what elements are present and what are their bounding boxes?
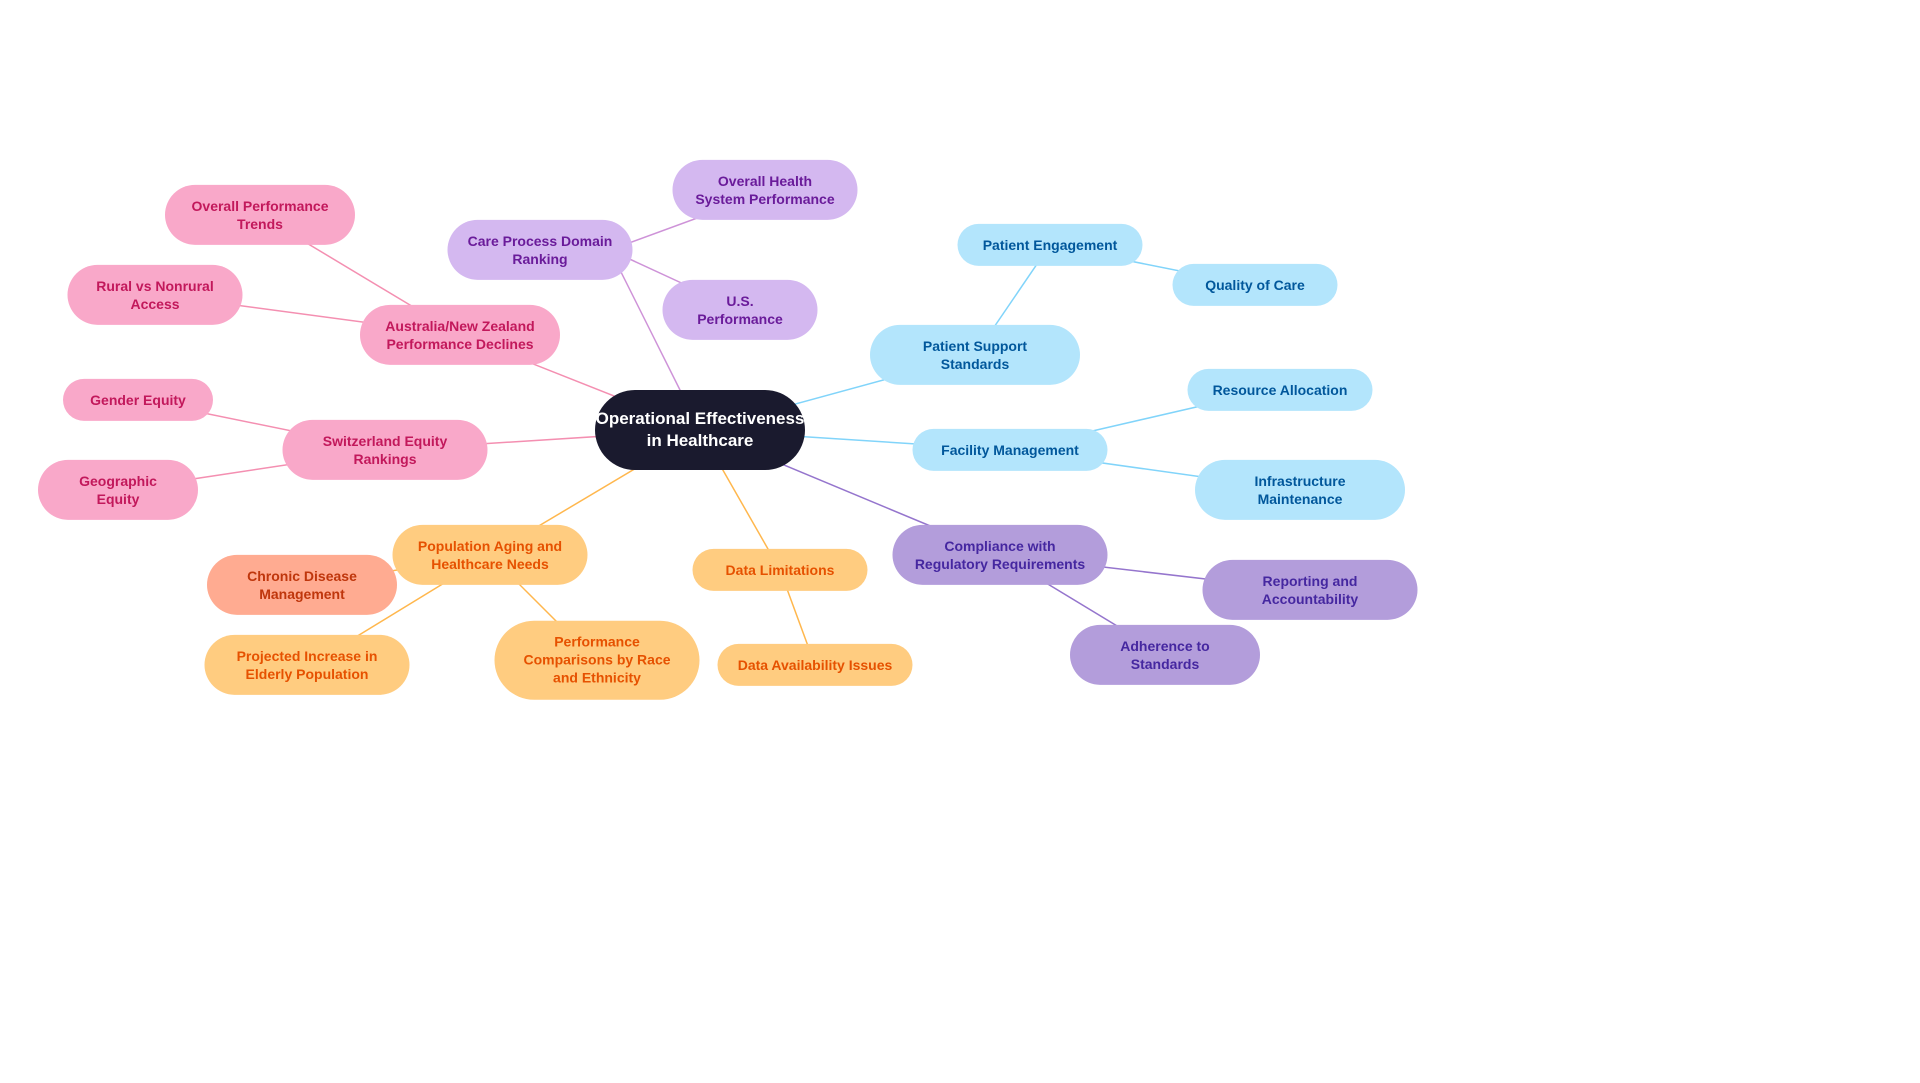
node-data-avail[interactable]: Data Availability Issues xyxy=(718,644,913,686)
node-projected[interactable]: Projected Increase in Elderly Population xyxy=(205,635,410,695)
node-aunz[interactable]: Australia/New Zealand Performance Declin… xyxy=(360,305,560,365)
node-resource[interactable]: Resource Allocation xyxy=(1188,369,1373,411)
node-reporting[interactable]: Reporting and Accountability xyxy=(1203,560,1418,620)
node-adherence[interactable]: Adherence to Standards xyxy=(1070,625,1260,685)
center-node[interactable]: Operational Effectiveness in Healthcare xyxy=(595,390,805,470)
node-overall-perf[interactable]: Overall Performance Trends xyxy=(165,185,355,245)
node-gender[interactable]: Gender Equity xyxy=(63,379,213,421)
node-infrastructure[interactable]: Infrastructure Maintenance xyxy=(1195,460,1405,520)
node-rural[interactable]: Rural vs Nonrural Access xyxy=(68,265,243,325)
node-overall-health[interactable]: Overall Health System Performance xyxy=(673,160,858,220)
node-population-aging[interactable]: Population Aging and Healthcare Needs xyxy=(393,525,588,585)
node-switzerland[interactable]: Switzerland Equity Rankings xyxy=(283,420,488,480)
node-data-lim[interactable]: Data Limitations xyxy=(693,549,868,591)
node-quality-care[interactable]: Quality of Care xyxy=(1173,264,1338,306)
node-patient-support[interactable]: Patient Support Standards xyxy=(870,325,1080,385)
node-chronic[interactable]: Chronic Disease Management xyxy=(207,555,397,615)
node-facility[interactable]: Facility Management xyxy=(913,429,1108,471)
node-patient-engagement[interactable]: Patient Engagement xyxy=(958,224,1143,266)
node-us-perf[interactable]: U.S. Performance xyxy=(663,280,818,340)
node-compliance[interactable]: Compliance with Regulatory Requirements xyxy=(893,525,1108,585)
node-perf-comp[interactable]: Performance Comparisons by Race and Ethn… xyxy=(495,621,700,700)
node-care-process[interactable]: Care Process Domain Ranking xyxy=(448,220,633,280)
node-geographic[interactable]: Geographic Equity xyxy=(38,460,198,520)
